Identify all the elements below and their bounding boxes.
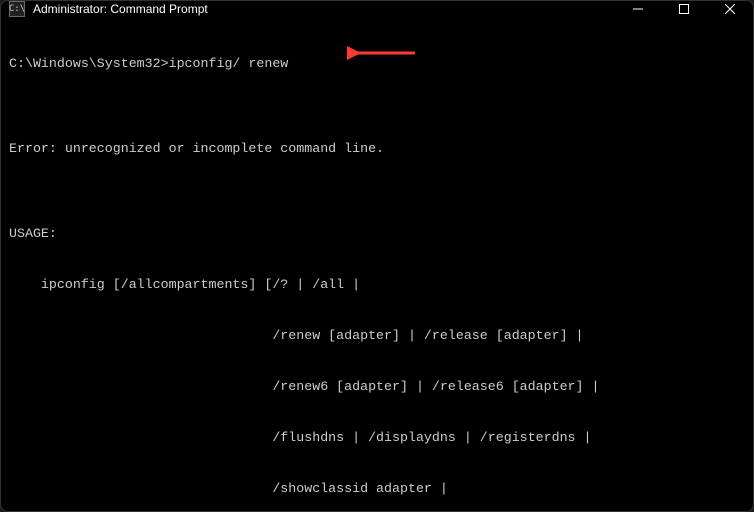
titlebar[interactable]: C:\ Administrator: Command Prompt <box>1 1 753 17</box>
usage-line: /flushdns | /displaydns | /registerdns | <box>9 429 745 446</box>
prompt-line: C:\Windows\System32>ipconfig/ renew <box>9 55 745 72</box>
usage-header: USAGE: <box>9 225 745 242</box>
command-prompt-window: C:\ Administrator: Command Prompt C:\Win… <box>0 0 754 512</box>
minimize-button[interactable] <box>615 1 661 17</box>
usage-line: ipconfig [/allcompartments] [/? | /all | <box>9 276 745 293</box>
prompt-command: ipconfig/ renew <box>169 56 289 71</box>
error-line: Error: unrecognized or incomplete comman… <box>9 140 745 157</box>
usage-line: /renew [adapter] | /release [adapter] | <box>9 327 745 344</box>
annotation-arrow <box>299 27 369 45</box>
close-button[interactable] <box>707 1 753 17</box>
window-controls <box>615 1 753 17</box>
usage-line: /showclassid adapter | <box>9 480 745 497</box>
close-icon <box>725 4 735 14</box>
prompt-path: C:\Windows\System32> <box>9 56 169 71</box>
app-icon: C:\ <box>9 1 25 17</box>
window-title: Administrator: Command Prompt <box>33 2 208 16</box>
usage-line: /renew6 [adapter] | /release6 [adapter] … <box>9 378 745 395</box>
terminal-area[interactable]: C:\Windows\System32>ipconfig/ renew Erro… <box>1 17 753 511</box>
maximize-icon <box>679 4 689 14</box>
minimize-icon <box>633 4 643 14</box>
maximize-button[interactable] <box>661 1 707 17</box>
